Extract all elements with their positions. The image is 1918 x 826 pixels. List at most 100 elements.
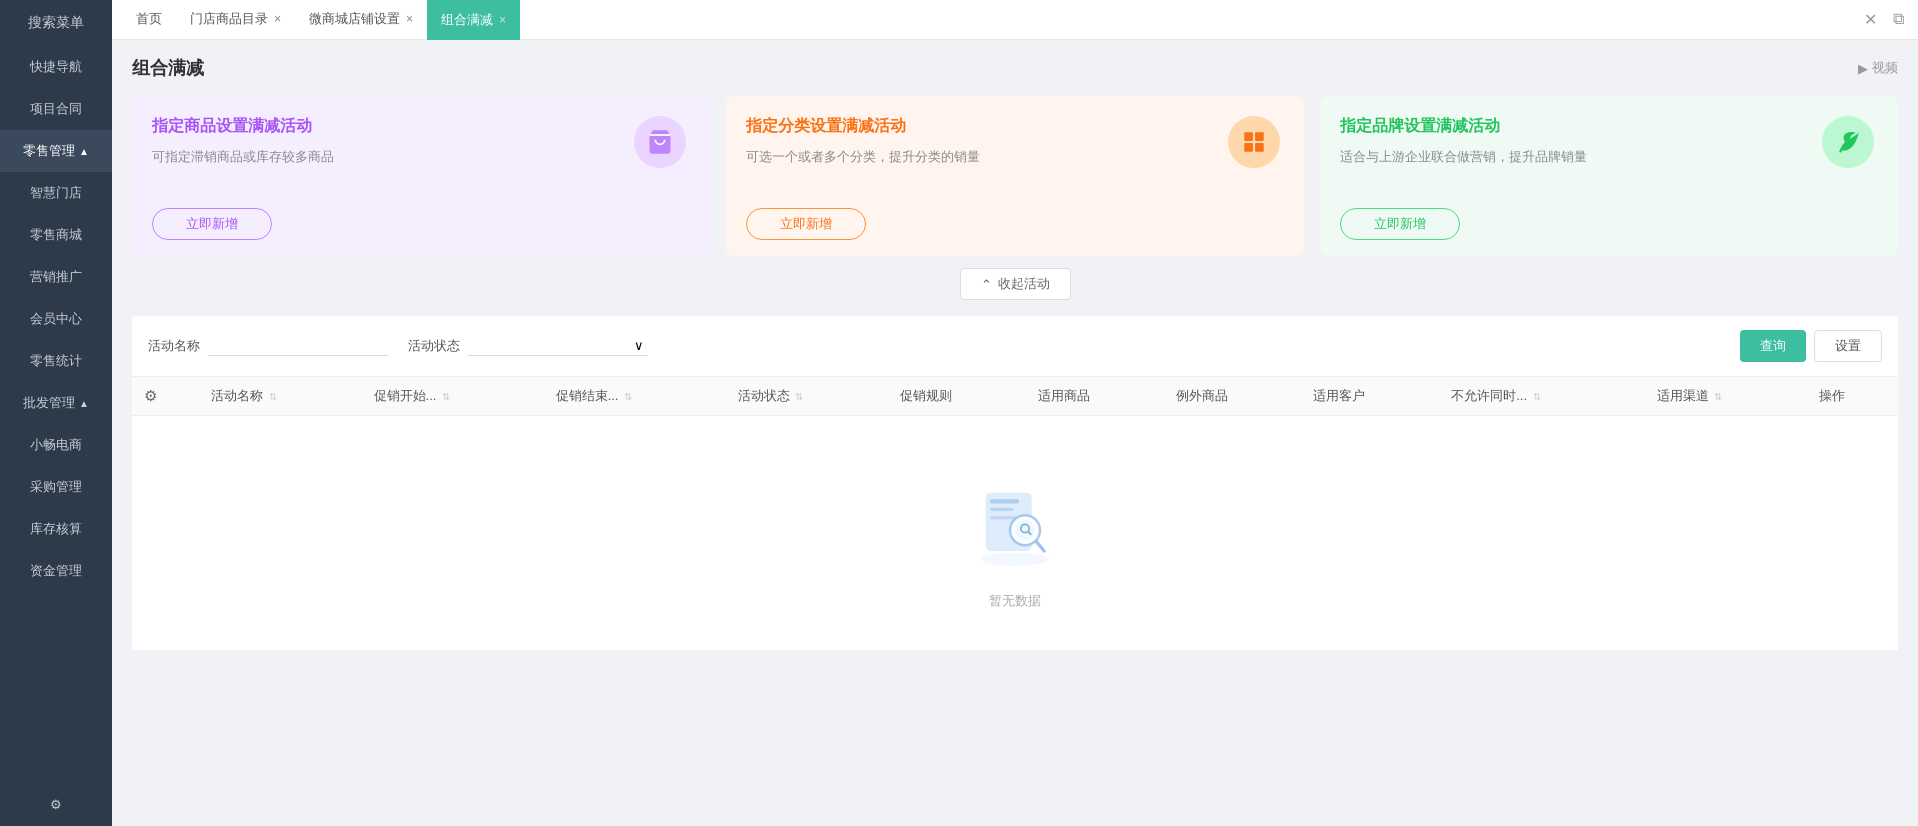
shopping-bag-icon: [634, 116, 686, 168]
tab-combo-discount[interactable]: 组合满减 ×: [427, 0, 520, 40]
card-product-discount-btn[interactable]: 立即新增: [152, 208, 272, 240]
card-brand-discount-icon: [1822, 116, 1874, 168]
sort-promo-start-icon[interactable]: ⇅: [442, 391, 450, 402]
card-brand-discount-btn[interactable]: 立即新增: [1340, 208, 1460, 240]
sort-channel-icon[interactable]: ⇅: [1714, 391, 1722, 402]
sidebar-item-xiaochang-ec[interactable]: 小畅电商: [0, 424, 112, 466]
table-container: ⚙ 活动名称 ⇅ 促销开始... ⇅ 促销结束... ⇅: [132, 376, 1898, 650]
chevron-down-icon: ∨: [634, 338, 644, 353]
card-category-discount-desc: 可选一个或者多个分类，提升分类的销量: [746, 147, 1284, 194]
page-title: 组合满减: [132, 56, 204, 80]
card-brand-discount-title: 指定品牌设置满减活动: [1340, 116, 1878, 137]
empty-state: 暂无数据: [132, 416, 1898, 650]
th-promo-end: 促销结束... ⇅: [544, 377, 726, 416]
sidebar-item-purchase-mgmt[interactable]: 采购管理: [0, 466, 112, 508]
card-brand-discount: 指定品牌设置满减活动 适合与上游企业联合做营销，提升品牌销量 立即新增: [1320, 96, 1898, 256]
card-product-discount-icon: [634, 116, 686, 168]
collapse-activities-btn[interactable]: ⌃ 收起活动: [960, 268, 1071, 300]
sidebar-item-retail-mall[interactable]: 零售商城: [0, 214, 112, 256]
th-applicable-product: 适用商品: [1026, 377, 1164, 416]
svg-rect-8: [990, 508, 1013, 511]
th-promo-start: 促销开始... ⇅: [362, 377, 544, 416]
sort-concurrent-icon[interactable]: ⇅: [1533, 391, 1541, 402]
th-gear[interactable]: ⚙: [132, 377, 199, 416]
th-exception-product: 例外商品: [1164, 377, 1302, 416]
svg-rect-1: [1244, 132, 1253, 141]
filter-activity-status: 活动状态 ∨: [408, 336, 648, 356]
empty-state-icon: [965, 476, 1065, 576]
tab-bar-actions: ✕ ⧉: [1860, 10, 1908, 29]
tab-mini-store-settings[interactable]: 微商城店铺设置 ×: [295, 0, 427, 40]
svg-rect-2: [1255, 132, 1264, 141]
tab-store-catalog-close[interactable]: ×: [274, 12, 281, 26]
page-content: 组合满减 ▶ 视频 指定商品设置满减活动 可指定滞销商品或库存较多商品: [112, 40, 1918, 826]
svg-rect-9: [990, 516, 1017, 519]
sidebar-item-wholesale-mgmt[interactable]: 批发管理 ▲: [0, 382, 112, 424]
svg-point-5: [982, 553, 1049, 566]
sidebar-item-project-contract[interactable]: 项目合同: [0, 88, 112, 130]
sidebar-item-finance-mgmt[interactable]: 资金管理: [0, 550, 112, 592]
tab-mini-store-settings-close[interactable]: ×: [406, 12, 413, 26]
tab-bar: 首页 门店商品目录 × 微商城店铺设置 × 组合满减 × ✕ ⧉: [112, 0, 1918, 40]
filter-activity-name-label: 活动名称: [148, 337, 200, 355]
collapse-icon: ⌃: [981, 277, 992, 292]
sidebar-search[interactable]: 搜索菜单: [0, 0, 112, 46]
retail-mgmt-arrow: ▲: [79, 146, 89, 157]
th-applicable-customer: 适用客户: [1301, 377, 1439, 416]
th-operation: 操作: [1807, 377, 1898, 416]
card-category-discount: 指定分类设置满减活动 可选一个或者多个分类，提升分类的销量 立即新增: [726, 96, 1304, 256]
tab-combo-discount-close[interactable]: ×: [499, 13, 506, 27]
sidebar-item-smart-store[interactable]: 智慧门店: [0, 172, 112, 214]
card-category-discount-btn[interactable]: 立即新增: [746, 208, 866, 240]
sidebar-item-retail-mgmt[interactable]: 零售管理 ▲: [0, 130, 112, 172]
svg-rect-7: [990, 499, 1019, 503]
sort-promo-end-icon[interactable]: ⇅: [624, 391, 632, 402]
card-brand-discount-desc: 适合与上游企业联合做营销，提升品牌销量: [1340, 147, 1878, 194]
setting-button[interactable]: 设置: [1814, 330, 1882, 362]
video-play-icon: ▶: [1858, 61, 1868, 76]
filter-bar: 活动名称 活动状态 ∨ 查询 设置: [132, 316, 1898, 376]
sort-activity-name-icon[interactable]: ⇅: [269, 391, 277, 402]
filter-activity-name: 活动名称: [148, 336, 388, 356]
collapse-bar: ⌃ 收起活动: [132, 268, 1898, 300]
page-header: 组合满减 ▶ 视频: [132, 56, 1898, 80]
empty-text: 暂无数据: [989, 592, 1041, 610]
sidebar-item-marketing[interactable]: 营销推广: [0, 256, 112, 298]
th-applicable-channel: 适用渠道 ⇅: [1645, 377, 1807, 416]
video-link[interactable]: ▶ 视频: [1858, 59, 1898, 77]
th-activity-status: 活动状态 ⇅: [726, 377, 888, 416]
sidebar-item-retail-stats[interactable]: 零售统计: [0, 340, 112, 382]
filter-actions: 查询 设置: [1740, 330, 1882, 362]
query-button[interactable]: 查询: [1740, 330, 1806, 362]
table-header-row: ⚙ 活动名称 ⇅ 促销开始... ⇅ 促销结束... ⇅: [132, 377, 1898, 416]
th-activity-name: 活动名称 ⇅: [199, 377, 361, 416]
grid-icon: [1228, 116, 1280, 168]
svg-line-12: [1036, 541, 1044, 551]
window-restore-btn[interactable]: ⧉: [1889, 10, 1908, 29]
filter-activity-status-label: 活动状态: [408, 337, 460, 355]
svg-rect-4: [1255, 143, 1264, 152]
th-not-allow-concurrent: 不允许同时... ⇅: [1439, 377, 1645, 416]
wholesale-mgmt-arrow: ▲: [79, 398, 89, 409]
filter-activity-name-input[interactable]: [208, 336, 388, 356]
sidebar: 搜索菜单 快捷导航 项目合同 零售管理 ▲ 智慧门店 零售商城 营销推广 会员中…: [0, 0, 112, 826]
th-promo-rule: 促销规则: [888, 377, 1026, 416]
svg-rect-3: [1244, 143, 1253, 152]
window-close-btn[interactable]: ✕: [1860, 10, 1881, 29]
card-product-discount-title: 指定商品设置满减活动: [152, 116, 690, 137]
sidebar-item-inventory[interactable]: 库存核算: [0, 508, 112, 550]
sort-activity-status-icon[interactable]: ⇅: [795, 391, 803, 402]
sidebar-item-quick-nav[interactable]: 快捷导航: [0, 46, 112, 88]
sidebar-settings[interactable]: ⚙: [0, 783, 112, 826]
leaf-icon: [1822, 116, 1874, 168]
tab-home[interactable]: 首页: [122, 0, 176, 40]
gear-icon[interactable]: ⚙: [144, 387, 157, 404]
card-product-discount: 指定商品设置满减活动 可指定滞销商品或库存较多商品 立即新增: [132, 96, 710, 256]
tab-store-catalog[interactable]: 门店商品目录 ×: [176, 0, 295, 40]
activity-table: ⚙ 活动名称 ⇅ 促销开始... ⇅ 促销结束... ⇅: [132, 377, 1898, 416]
activity-cards: 指定商品设置满减活动 可指定滞销商品或库存较多商品 立即新增 指定分类设置满减活…: [132, 96, 1898, 256]
filter-activity-status-select[interactable]: ∨: [468, 336, 648, 356]
sidebar-item-member-center[interactable]: 会员中心: [0, 298, 112, 340]
main-content: 首页 门店商品目录 × 微商城店铺设置 × 组合满减 × ✕ ⧉ 组合满减 ▶ …: [112, 0, 1918, 826]
card-category-discount-icon: [1228, 116, 1280, 168]
